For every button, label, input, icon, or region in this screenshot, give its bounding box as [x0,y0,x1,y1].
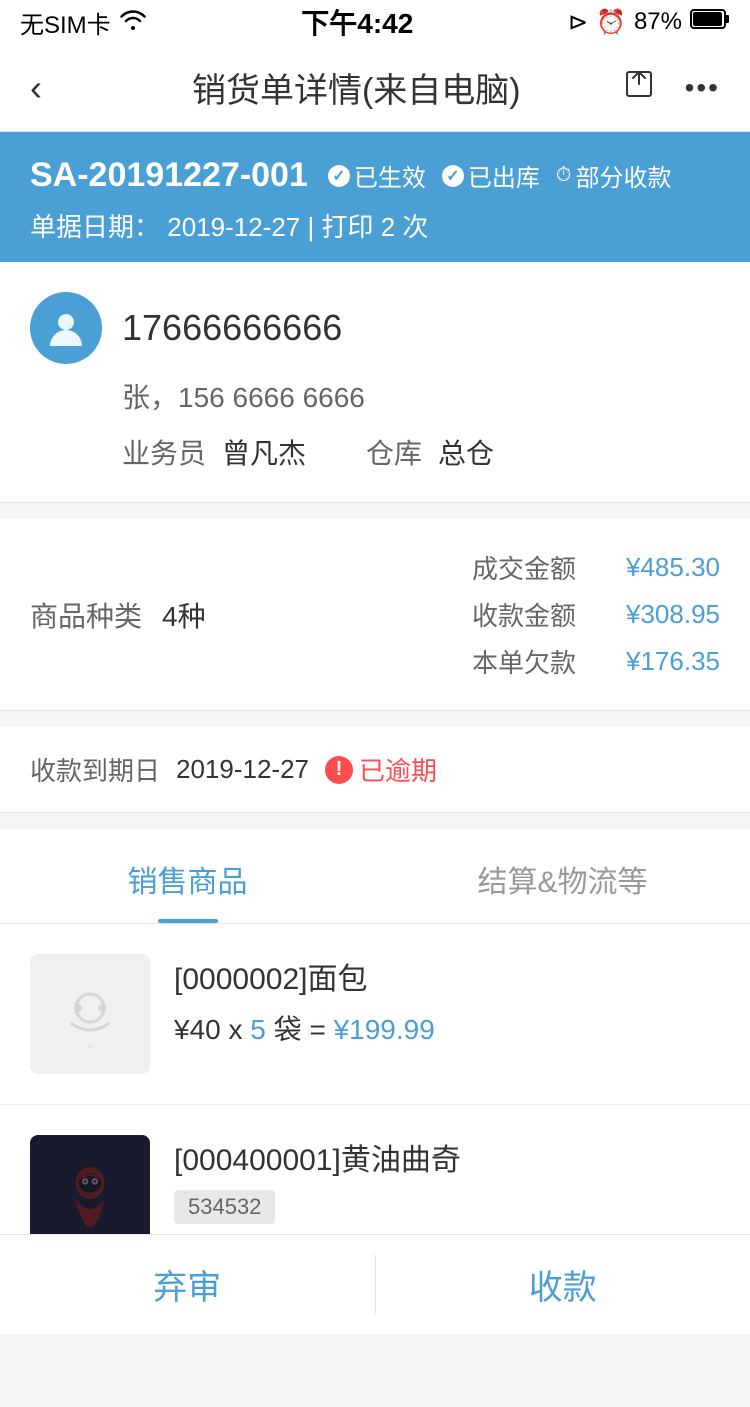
customer-name: 17666666666 [122,307,342,349]
status-tags: 已生效 已出库 ⏱ 部分收款 [328,158,672,193]
share-icon[interactable] [623,68,655,108]
amount-value: ¥485.30 [600,552,720,583]
warehouse: 仓库 总仓 [366,432,494,472]
stats-grid: 商品种类 4种 成交金额 ¥485.30 收款金额 ¥308.95 本单欠款 ¥… [30,549,720,680]
sales-value: 曾凡杰 [222,432,306,472]
customer-section: 17666666666 张，156 6666 6666 业务员 曾凡杰 仓库 总… [0,262,750,503]
amount-row: 成交金额 ¥485.30 [472,549,720,586]
overdue-icon: ! [325,756,353,784]
tab-products[interactable]: 销售商品 [0,829,375,923]
battery-level: 87% [634,8,682,36]
status-time: 下午4:42 [301,2,413,42]
stats-section: 商品种类 4种 成交金额 ¥485.30 收款金额 ¥308.95 本单欠款 ¥… [0,519,750,711]
confirm-button[interactable]: 收款 [376,1235,750,1334]
sim-status: 无SIM卡 [20,5,111,40]
tab-settlement[interactable]: 结算&物流等 [375,829,750,923]
sales-label: 业务员 [122,432,206,472]
customer-row1: 17666666666 [30,292,720,364]
back-button[interactable]: ‹ [30,67,90,109]
product-badge-2: 534532 [174,1190,275,1224]
product-info-1: [0000002]面包 ¥40 x 5 袋 = ¥199.99 [174,954,720,1048]
more-icon[interactable]: ••• [685,72,720,104]
bottom-bar: 弃审 收款 [0,1234,750,1334]
cancel-button[interactable]: 弃审 [0,1235,375,1334]
product-name-2: [000400001]黄油曲奇 [174,1135,720,1179]
due-label: 收款到期日 [30,751,160,788]
order-id: SA-20191227-001 [30,156,308,195]
wifi-icon [119,8,147,37]
status-bar: 无SIM卡 下午4:42 ⊳ ⏰ 87% [0,0,750,44]
nav-bar: ‹ 销货单详情(来自电脑) ••• [0,44,750,132]
overdue-badge: ! 已逾期 [325,751,437,788]
status-tag-effective: 已生效 [328,158,426,193]
list-item: + [0000002]面包 ¥40 x 5 袋 = ¥199.99 [0,924,750,1105]
banner-date-row: 单据日期： 2019-12-27 | 打印 2 次 [30,207,720,244]
type-label: 商品种类 [30,595,142,635]
tabs: 销售商品 结算&物流等 [0,829,750,923]
print-label: | 打印 [307,212,373,242]
tabs-section: 销售商品 结算&物流等 [0,829,750,924]
status-left: 无SIM卡 [20,5,147,40]
status-tag-shipped: 已出库 [442,158,540,193]
header-banner: SA-20191227-001 已生效 已出库 ⏱ 部分收款 单据日期： 201… [0,132,750,262]
debt-value: ¥176.35 [600,646,720,677]
print-count: 2 [381,212,395,242]
avatar [30,292,102,364]
status-tag-partial: ⏱ 部分收款 [556,158,672,193]
receipt-label: 收款金额 [472,596,576,633]
battery-icon [690,8,730,37]
customer-detail: 张，156 6666 6666 [30,376,720,416]
date-label: 单据日期： [30,212,160,242]
stats-right: 成交金额 ¥485.30 收款金额 ¥308.95 本单欠款 ¥176.35 [472,549,720,680]
nav-actions: ••• [623,68,720,108]
due-section: 收款到期日 2019-12-27 ! 已逾期 [0,727,750,813]
amount-label: 成交金额 [472,549,576,586]
alarm-icon: ⏰ [596,8,626,37]
order-date: 2019-12-27 [167,212,300,242]
warehouse-value: 总仓 [438,432,494,472]
type-count: 4种 [162,595,206,635]
product-name-1: [0000002]面包 [174,954,720,998]
customer-meta: 业务员 曾凡杰 仓库 总仓 [30,432,720,472]
clock-icon: ⏱ [556,164,572,187]
check-icon-1 [328,165,350,187]
page-title: 销货单详情(来自电脑) [90,63,623,112]
svg-text:+: + [87,1042,93,1053]
receipt-row: 收款金额 ¥308.95 [472,596,720,633]
print-suffix: 次 [402,212,428,242]
stats-left: 商品种类 4种 [30,549,206,680]
location-icon: ⊳ [568,8,588,37]
sales-person: 业务员 曾凡杰 [122,432,306,472]
check-icon-2 [442,165,464,187]
product-price-1: ¥40 x 5 袋 = ¥199.99 [174,1008,720,1048]
warehouse-label: 仓库 [366,432,422,472]
product-qty-1: 5 [250,1014,266,1045]
due-date: 2019-12-27 [176,754,309,785]
product-total-1: ¥199.99 [334,1014,435,1045]
receipt-value: ¥308.95 [600,599,720,630]
product-thumb-1: + [30,954,150,1074]
debt-label: 本单欠款 [472,643,576,680]
debt-row: 本单欠款 ¥176.35 [472,643,720,680]
overdue-label: 已逾期 [359,751,437,788]
status-right: ⊳ ⏰ 87% [568,8,730,37]
banner-row1: SA-20191227-001 已生效 已出库 ⏱ 部分收款 [30,156,720,195]
